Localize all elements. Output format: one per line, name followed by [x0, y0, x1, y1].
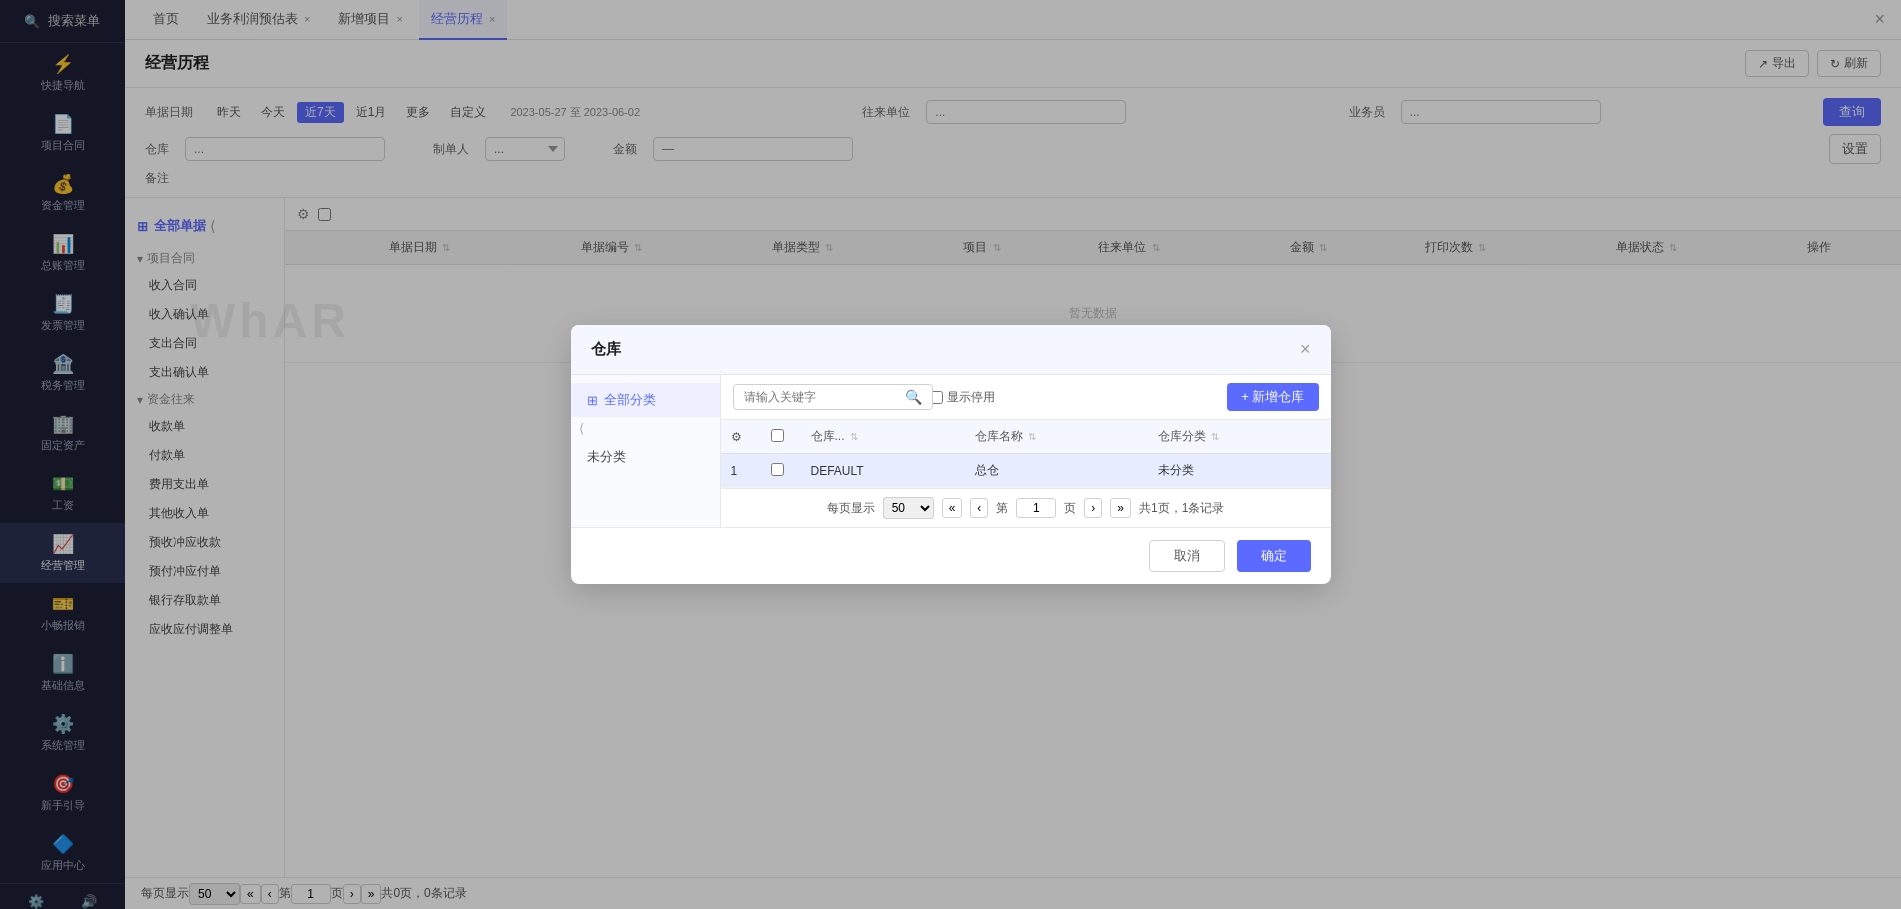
modal-row-checkbox[interactable]: [761, 454, 801, 488]
modal-prev-page[interactable]: ‹: [970, 498, 988, 518]
modal-table: ⚙ 仓库... ⇅ 仓库名称 ⇅ 仓库分类 ⇅ 1 DEFA: [721, 420, 1331, 488]
modal-col-checkbox: [761, 420, 801, 454]
modal-col-name[interactable]: 仓库名称 ⇅: [965, 420, 1148, 454]
modal-overlay: 仓库 × ⊞ 全部分类 ⟨ 未分类 🔍: [0, 0, 1901, 909]
warehouse-modal: 仓库 × ⊞ 全部分类 ⟨ 未分类 🔍: [571, 325, 1331, 584]
grid-icon-modal: ⊞: [587, 393, 598, 408]
modal-select-all[interactable]: [771, 429, 784, 442]
modal-page-unit: 页: [1064, 500, 1076, 517]
modal-header: 仓库 ×: [571, 325, 1331, 375]
modal-body: ⊞ 全部分类 ⟨ 未分类 🔍 显示停用: [571, 375, 1331, 527]
modal-close-icon[interactable]: ×: [1300, 339, 1311, 360]
modal-row-index: 1: [721, 454, 761, 488]
modal-table-body: 1 DEFAULT 总仓 未分类: [721, 454, 1331, 488]
modal-right-panel: 🔍 显示停用 + 新增仓库 ⚙ 仓库... ⇅: [721, 375, 1331, 527]
confirm-button[interactable]: 确定: [1237, 540, 1311, 572]
modal-page-size-label: 每页显示: [827, 500, 875, 517]
modal-left-uncategorized-label: 未分类: [587, 448, 626, 466]
modal-collapse-btn[interactable]: ⟨: [571, 417, 592, 440]
modal-page-input[interactable]: [1016, 498, 1056, 518]
modal-row-category: 未分类: [1148, 454, 1331, 488]
modal-title: 仓库: [591, 340, 621, 359]
modal-row-code: DEFAULT: [801, 454, 965, 488]
modal-table-wrap: ⚙ 仓库... ⇅ 仓库名称 ⇅ 仓库分类 ⇅ 1 DEFA: [721, 420, 1331, 488]
modal-next-page[interactable]: ›: [1084, 498, 1102, 518]
modal-col-settings[interactable]: ⚙: [721, 420, 761, 454]
table-row[interactable]: 1 DEFAULT 总仓 未分类: [721, 454, 1331, 488]
modal-table-header: ⚙ 仓库... ⇅ 仓库名称 ⇅ 仓库分类 ⇅: [721, 420, 1331, 454]
modal-left-uncategorized[interactable]: 未分类: [571, 440, 720, 474]
cancel-button[interactable]: 取消: [1149, 540, 1225, 572]
modal-page-size-select[interactable]: 50 10 20 100: [883, 497, 934, 519]
modal-page-label: 第: [996, 500, 1008, 517]
modal-last-page[interactable]: »: [1110, 498, 1131, 518]
modal-col-code[interactable]: 仓库... ⇅: [801, 420, 965, 454]
show-disabled-label[interactable]: 显示停用: [930, 389, 995, 406]
modal-total-info: 共1页，1条记录: [1139, 500, 1224, 517]
modal-left-all-label: 全部分类: [604, 391, 656, 409]
modal-actions: 取消 确定: [571, 527, 1331, 584]
modal-left-all-categories[interactable]: ⊞ 全部分类: [571, 383, 720, 417]
modal-col-category[interactable]: 仓库分类 ⇅: [1148, 420, 1331, 454]
modal-toolbar: 🔍 显示停用 + 新增仓库: [721, 375, 1331, 420]
modal-footer-bar: 每页显示 50 10 20 100 « ‹ 第 页 › » 共1页，1条记录: [721, 488, 1331, 527]
modal-left-panel: ⊞ 全部分类 ⟨ 未分类: [571, 375, 721, 527]
add-warehouse-button[interactable]: + 新增仓库: [1227, 383, 1318, 411]
modal-row-name: 总仓: [965, 454, 1148, 488]
modal-search-input[interactable]: [733, 384, 933, 410]
modal-search-button[interactable]: 🔍: [905, 389, 922, 405]
modal-first-page[interactable]: «: [942, 498, 963, 518]
